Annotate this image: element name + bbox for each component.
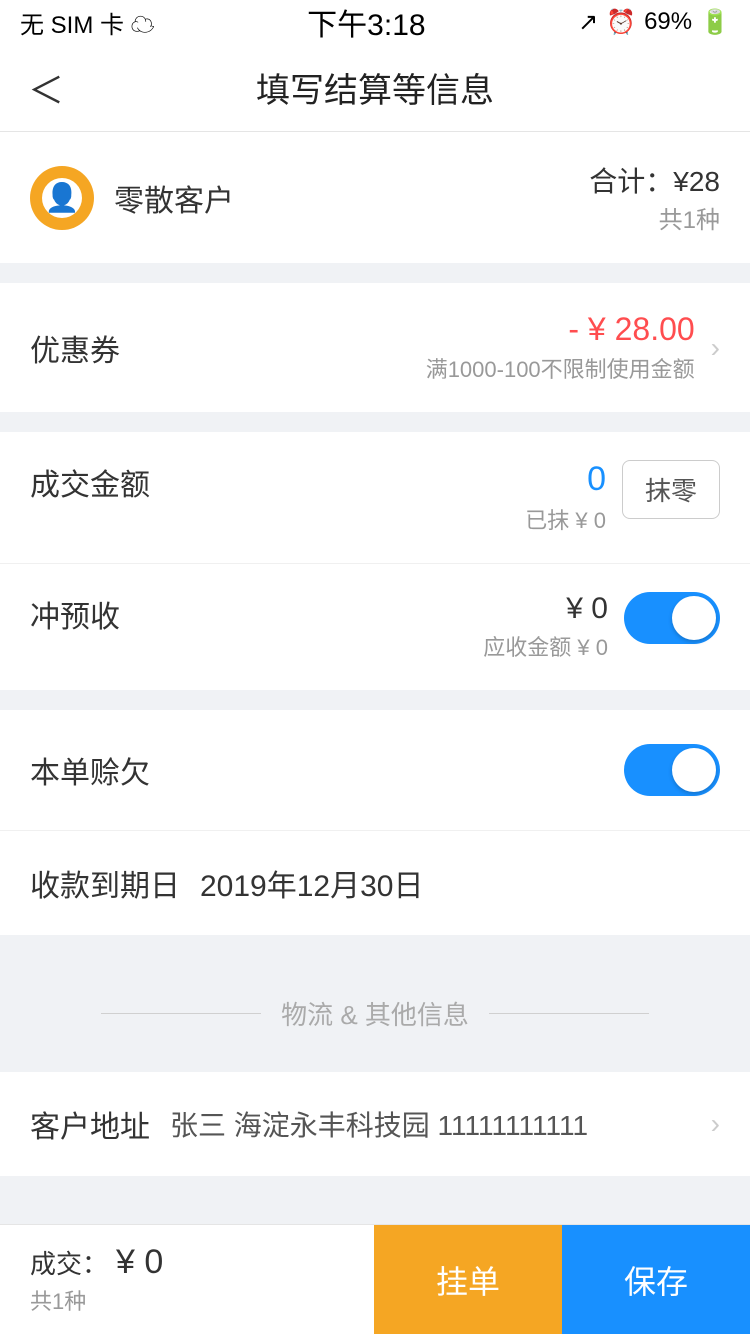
bottom-left: 成交： ¥ 0 共1种 bbox=[0, 1243, 374, 1316]
customer-section: 👤 零散客户 合计：¥28 共1种 bbox=[0, 132, 750, 263]
due-date-value: 2019年12月30日 bbox=[200, 861, 423, 905]
coupon-label: 优惠券 bbox=[30, 326, 120, 370]
coupon-value: - ¥ 28.00 bbox=[426, 311, 695, 348]
debt-toggle[interactable] bbox=[624, 744, 720, 796]
save-button[interactable]: 保存 bbox=[562, 1225, 750, 1334]
prepay-row: 冲预收 ¥ 0 应收金额 ¥ 0 bbox=[0, 563, 750, 690]
prepay-toggle[interactable] bbox=[624, 592, 720, 644]
toggle-knob bbox=[672, 596, 716, 640]
customer-name: 零散客户 bbox=[114, 176, 234, 220]
header-line-right bbox=[489, 1013, 649, 1014]
due-date-row: 收款到期日 2019年12月30日 bbox=[0, 830, 750, 935]
alarm-icon: ⏰ bbox=[606, 8, 636, 37]
hold-button[interactable]: 挂单 bbox=[374, 1225, 562, 1334]
debt-label: 本单赊欠 bbox=[30, 748, 150, 792]
prepay-value: ¥ 0 bbox=[483, 592, 608, 626]
debt-row: 本单赊欠 bbox=[0, 710, 750, 830]
deal-amount-value: 0 bbox=[525, 460, 606, 499]
prepay-right: ¥ 0 应收金额 ¥ 0 bbox=[483, 592, 720, 662]
bottom-bar: 成交： ¥ 0 共1种 挂单 保存 bbox=[0, 1224, 750, 1334]
deal-amount-row: 成交金额 0 已抹 ¥ 0 抹零 bbox=[0, 432, 750, 563]
deal-amount-value-col: 0 已抹 ¥ 0 bbox=[525, 460, 606, 535]
deal-amount-label: 成交金额 bbox=[30, 460, 150, 504]
address-chevron-icon: › bbox=[711, 1108, 720, 1140]
deal-amount-section: 成交金额 0 已抹 ¥ 0 抹零 冲预收 ¥ 0 应收金额 ¥ 0 bbox=[0, 432, 750, 690]
customer-left: 👤 零散客户 bbox=[30, 166, 234, 230]
gap-3 bbox=[0, 690, 750, 710]
coupon-chevron-icon: › bbox=[711, 332, 720, 364]
back-button[interactable]: ＜ bbox=[28, 62, 64, 114]
debt-section: 本单赊欠 收款到期日 2019年12月30日 bbox=[0, 710, 750, 935]
page-title: 填写结算等信息 bbox=[256, 63, 494, 112]
prepay-value-col: ¥ 0 应收金额 ¥ 0 bbox=[483, 592, 608, 662]
coupon-desc: 满1000-100不限制使用金额 bbox=[426, 352, 695, 384]
customer-row: 👤 零散客户 合计：¥28 共1种 bbox=[0, 132, 750, 263]
sim-status: 无 SIM 卡 ☁ bbox=[20, 5, 155, 40]
content-area: 👤 零散客户 合计：¥28 共1种 优惠券 - ¥ 28.00 满1000-10… bbox=[0, 132, 750, 1296]
coupon-row[interactable]: 优惠券 - ¥ 28.00 满1000-100不限制使用金额 › bbox=[0, 283, 750, 412]
avatar: 👤 bbox=[30, 166, 94, 230]
gap-1 bbox=[0, 263, 750, 283]
gap-2 bbox=[0, 412, 750, 432]
coupon-right: - ¥ 28.00 满1000-100不限制使用金额 › bbox=[426, 311, 720, 384]
bottom-deal-label: 成交： bbox=[30, 1244, 108, 1281]
battery-level: 69% bbox=[644, 8, 692, 36]
bottom-deal-count: 共1种 bbox=[30, 1284, 344, 1316]
due-date-label: 收款到期日 bbox=[30, 861, 180, 905]
status-time: 下午3:18 bbox=[307, 0, 425, 44]
round-zero-button[interactable]: 抹零 bbox=[622, 460, 720, 519]
coupon-section: 优惠券 - ¥ 28.00 满1000-100不限制使用金额 › bbox=[0, 283, 750, 412]
gap-4 bbox=[0, 935, 750, 975]
customer-right: 合计：¥28 共1种 bbox=[589, 160, 720, 235]
user-icon: 👤 bbox=[45, 181, 80, 214]
address-row[interactable]: 客户地址 张三 海淀永丰科技园 11111111111 › bbox=[0, 1072, 750, 1176]
nav-bar: ＜ 填写结算等信息 bbox=[0, 44, 750, 132]
customer-total: 合计：¥28 bbox=[589, 160, 720, 200]
prepay-label: 冲预收 bbox=[30, 592, 120, 636]
coupon-value-col: - ¥ 28.00 满1000-100不限制使用金额 bbox=[426, 311, 695, 384]
customer-count: 共1种 bbox=[589, 200, 720, 235]
status-right: ↗ ⏰ 69% 🔋 bbox=[578, 8, 730, 37]
deal-amount-sub: 已抹 ¥ 0 bbox=[525, 503, 606, 535]
logistics-section-header: 物流 & 其他信息 bbox=[0, 975, 750, 1052]
debt-toggle-knob bbox=[672, 748, 716, 792]
address-label: 客户地址 bbox=[30, 1102, 150, 1146]
deal-amount-right: 0 已抹 ¥ 0 抹零 bbox=[525, 460, 720, 535]
avatar-inner: 👤 bbox=[42, 178, 82, 218]
location-icon: ↗ bbox=[578, 8, 598, 37]
prepay-sub: 应收金额 ¥ 0 bbox=[483, 630, 608, 662]
address-value: 张三 海淀永丰科技园 11111111111 bbox=[170, 1104, 711, 1144]
status-left: 无 SIM 卡 ☁ bbox=[20, 5, 155, 40]
address-section: 客户地址 张三 海淀永丰科技园 11111111111 › bbox=[0, 1072, 750, 1176]
battery-icon: 🔋 bbox=[700, 8, 730, 37]
bottom-deal-value: ¥ 0 bbox=[116, 1243, 163, 1282]
gap-5 bbox=[0, 1052, 750, 1072]
logistics-header-text: 物流 & 其他信息 bbox=[281, 995, 469, 1032]
header-line-left bbox=[101, 1013, 261, 1014]
status-bar: 无 SIM 卡 ☁ 下午3:18 ↗ ⏰ 69% 🔋 bbox=[0, 0, 750, 44]
